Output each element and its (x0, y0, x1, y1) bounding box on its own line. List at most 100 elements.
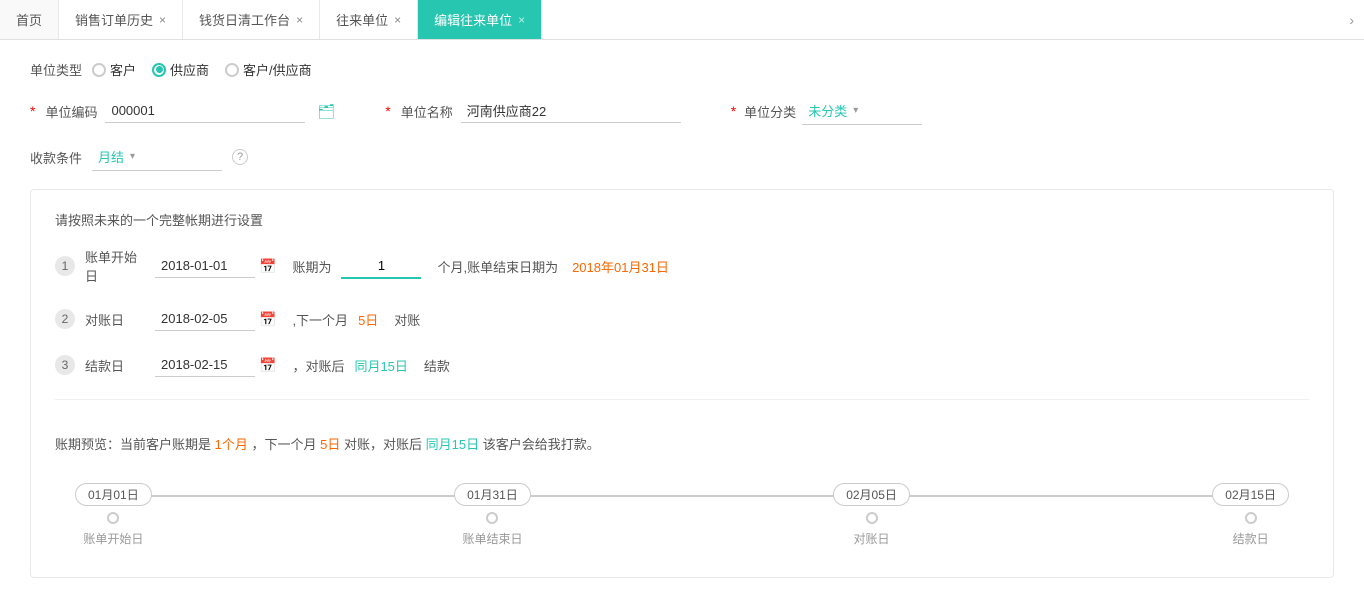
classify-chevron-icon: ▾ (853, 105, 858, 116)
tab-sales-order[interactable]: 销售订单历史 × (59, 0, 183, 39)
section-title: 请按照未来的一个完整帐期进行设置 (55, 210, 1309, 229)
timeline-dot-4 (1245, 512, 1257, 524)
radio-customer[interactable]: 客户 (92, 60, 136, 79)
settle-date-cal-icon[interactable]: 📅 (259, 357, 276, 374)
timeline-nodes: 01月01日 账单开始日 01月31日 账单结束日 02月05日 对账日 (75, 483, 1289, 547)
reconcile-date-value: 2018-02-05 (155, 307, 255, 331)
unit-name-input[interactable] (461, 99, 681, 123)
unit-classify-label: 单位分类 (744, 102, 796, 121)
preview-part2: 5日 (320, 437, 340, 452)
unit-code-input[interactable] (105, 99, 305, 123)
reconcile-date-wrap: 2018-02-05 📅 (155, 307, 276, 331)
timeline-dot-3 (866, 512, 878, 524)
tab-cash-close[interactable]: × (296, 13, 303, 27)
unit-type-radio-group: 客户 供应商 客户/供应商 (92, 60, 312, 79)
settle-suffix-pre: ，对账后 (292, 356, 344, 375)
tab-edit-close[interactable]: × (518, 13, 525, 27)
row-num-1: 1 (55, 256, 75, 276)
section-box: 请按照未来的一个完整帐期进行设置 1 账单开始日 2018-01-01 📅 账期… (30, 189, 1334, 578)
preview-mid1: ，下一个月 (252, 437, 317, 452)
timeline-line (95, 495, 1269, 497)
timeline-node-1: 01月01日 账单开始日 (75, 483, 152, 547)
tab-sales-close[interactable]: × (159, 13, 166, 27)
radio-both-circle (225, 63, 239, 77)
tab-partner-label: 往来单位 (336, 10, 388, 29)
timeline-node-2: 01月31日 账单结束日 (454, 483, 531, 547)
timeline-date-3: 02月05日 (833, 483, 910, 506)
preview-label: 账期预览：当前客户账期是 (55, 437, 211, 452)
row-label-3: 结款日 (85, 356, 145, 375)
radio-supplier-circle (152, 63, 166, 77)
timeline-dot-2 (486, 512, 498, 524)
main-content: 单位类型 客户 供应商 客户/供应商 * 单位编码 🗂 * 单位名称 (0, 40, 1364, 608)
reconcile-date-cal-icon[interactable]: 📅 (259, 311, 276, 328)
tab-bar: 首页 销售订单历史 × 钱货日清工作台 × 往来单位 × 编辑往来单位 × › (0, 0, 1364, 40)
unit-code-star: * (30, 103, 35, 119)
unit-code-icon[interactable]: 🗂 (317, 103, 335, 120)
timeline-node-4: 02月15日 结款日 (1212, 483, 1289, 547)
row-num-2: 2 (55, 309, 75, 329)
tab-more-btn[interactable]: › (1339, 0, 1364, 39)
tab-edit-partner[interactable]: 编辑往来单位 × (418, 0, 542, 39)
radio-supplier-label: 供应商 (170, 60, 209, 79)
grid-row-2: 2 对账日 2018-02-05 📅 ,下一个月 5日 对账 (55, 307, 1309, 331)
payment-cond-row: 收款条件 月结 ▾ ? (30, 143, 1334, 171)
tab-cash-work[interactable]: 钱货日清工作台 × (183, 0, 320, 39)
unit-type-row: 单位类型 客户 供应商 客户/供应商 (30, 60, 1334, 79)
tab-edit-label: 编辑往来单位 (434, 10, 512, 29)
timeline-date-2: 01月31日 (454, 483, 531, 506)
settle-suffix-highlight: 同月15日 (354, 356, 407, 375)
tab-partner[interactable]: 往来单位 × (320, 0, 418, 39)
radio-both-label: 客户/供应商 (243, 60, 312, 79)
period-suffix: 个月,账单结束日期为 (437, 257, 558, 276)
radio-supplier[interactable]: 供应商 (152, 60, 209, 79)
row-label-1: 账单开始日 (85, 247, 145, 285)
preview-bar: 账期预览：当前客户账期是 1个月 ，下一个月 5日 对账，对账后 同月15日 该… (55, 420, 1309, 453)
reconcile-suffix-highlight: 5日 (358, 310, 378, 329)
preview-suffix: 该客户会给我打款。 (483, 437, 600, 452)
grid-row-1: 1 账单开始日 2018-01-01 📅 账期为 个月,账单结束日期为 2018… (55, 247, 1309, 285)
settle-suffix-post: 结款 (424, 356, 450, 375)
help-icon[interactable]: ? (232, 149, 248, 165)
tab-sales-label: 销售订单历史 (75, 10, 153, 29)
radio-both[interactable]: 客户/供应商 (225, 60, 312, 79)
radio-customer-label: 客户 (110, 60, 136, 79)
timeline-date-1: 01月01日 (75, 483, 152, 506)
tab-partner-close[interactable]: × (394, 13, 401, 27)
unit-name-label: 单位名称 (401, 102, 453, 121)
radio-customer-circle (92, 63, 106, 77)
timeline-label-2: 账单结束日 (462, 530, 522, 547)
unit-type-label: 单位类型 (30, 60, 82, 79)
reconcile-suffix-post: 对账 (394, 310, 420, 329)
preview-part1: 1个月 (215, 437, 248, 452)
tab-cash-label: 钱货日清工作台 (199, 10, 290, 29)
start-date-wrap: 2018-01-01 📅 (155, 254, 276, 278)
unit-info-row: * 单位编码 🗂 * 单位名称 * 单位分类 未分类 ▾ (30, 97, 1334, 125)
tab-home[interactable]: 首页 (0, 0, 59, 39)
timeline-dot-1 (107, 512, 119, 524)
settle-date-wrap: 2018-02-15 📅 (155, 353, 276, 377)
preview-part3: 同月15日 (426, 437, 479, 452)
preview-mid2: 对账，对账后 (344, 437, 422, 452)
row-label-2: 对账日 (85, 310, 145, 329)
unit-name-star: * (385, 103, 390, 119)
classify-star: * (731, 103, 736, 119)
tab-home-label: 首页 (16, 10, 42, 29)
unit-classify-select[interactable]: 未分类 ▾ (802, 97, 922, 125)
payment-cond-select[interactable]: 月结 ▾ (92, 143, 222, 171)
unit-classify-value: 未分类 (808, 101, 847, 120)
start-date-cal-icon[interactable]: 📅 (259, 258, 276, 275)
timeline-label-1: 账单开始日 (83, 530, 143, 547)
timeline-node-3: 02月05日 对账日 (833, 483, 910, 547)
payment-cond-value: 月结 (98, 147, 124, 166)
period-end-date: 2018年01月31日 (572, 257, 669, 276)
timeline-date-4: 02月15日 (1212, 483, 1289, 506)
period-label: 账期为 (292, 257, 331, 276)
reconcile-suffix-pre: ,下一个月 (292, 310, 348, 329)
timeline-label-3: 对账日 (854, 530, 890, 547)
unit-code-label: 单位编码 (45, 102, 97, 121)
payment-cond-label: 收款条件 (30, 148, 82, 167)
unit-classify-wrap: * 单位分类 未分类 ▾ (731, 97, 922, 125)
section-divider (55, 399, 1309, 400)
period-input[interactable] (341, 254, 421, 279)
